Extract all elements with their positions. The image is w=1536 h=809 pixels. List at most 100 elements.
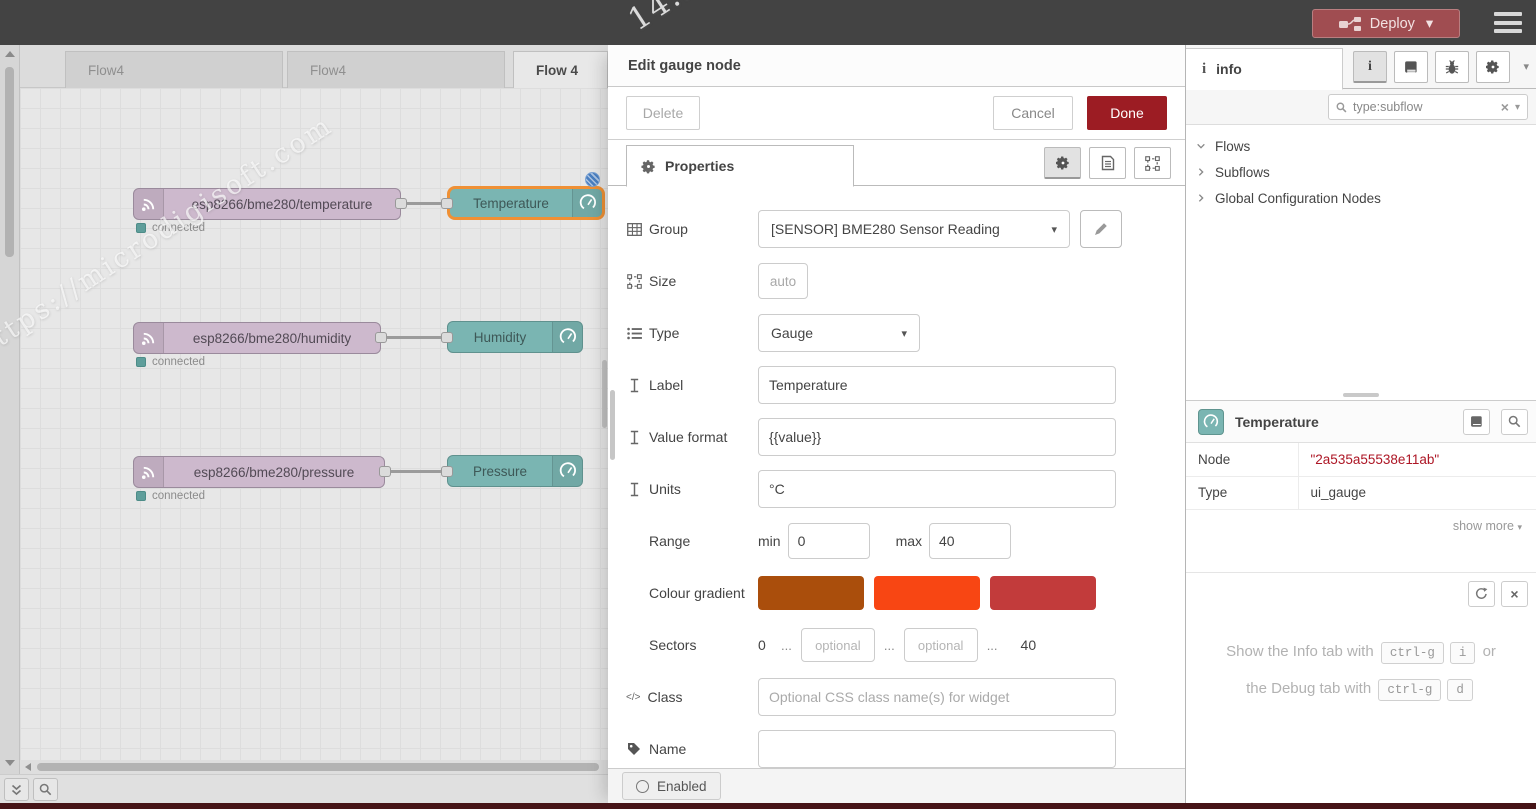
code-icon: </> <box>626 691 641 703</box>
zoom-search-button[interactable] <box>33 778 58 801</box>
info-icon: i <box>1202 60 1207 77</box>
refresh-button[interactable] <box>1468 580 1495 607</box>
text-width-icon <box>630 430 638 444</box>
kbd-ctrl-g: ctrl-g <box>1378 679 1442 701</box>
done-button[interactable]: Done <box>1087 96 1167 130</box>
workspace-footer <box>0 774 608 803</box>
mqtt-in-node-humidity[interactable]: esp8266/bme280/humidity <box>133 322 381 354</box>
clear-search-icon[interactable]: × <box>1501 99 1509 115</box>
node-label: esp8266/bme280/temperature <box>191 196 373 212</box>
delete-button[interactable]: Delete <box>626 96 700 130</box>
tab-label: Flow4 <box>88 62 125 78</box>
flow-canvas[interactable]: esp8266/bme280/temperature Temperature c… <box>20 88 608 760</box>
tab-info[interactable]: i info <box>1186 48 1343 90</box>
size-field-label: Size <box>626 273 758 289</box>
node-help-button[interactable] <box>1463 408 1490 435</box>
tray-scrollbar-thumb[interactable] <box>610 390 615 460</box>
palette-scroll-up-icon[interactable] <box>5 51 15 57</box>
show-more-link[interactable]: show more ▾ <box>1186 510 1536 542</box>
output-port[interactable] <box>395 198 407 209</box>
input-port[interactable] <box>441 198 453 209</box>
label-input[interactable] <box>758 366 1116 404</box>
edit-group-button[interactable] <box>1080 210 1122 248</box>
input-port[interactable] <box>441 332 453 343</box>
node-changed-badge <box>585 172 600 187</box>
range-min-label: min <box>758 533 781 549</box>
palette-scrollbar-thumb[interactable] <box>5 67 14 257</box>
canvas-vertical-scrollbar-thumb[interactable] <box>602 360 607 428</box>
deploy-dropdown-caret-icon[interactable]: ▾ <box>1426 16 1433 32</box>
name-field-label: Name <box>626 741 758 757</box>
tab-flow4-1[interactable]: Flow4 <box>65 51 283 88</box>
range-max-input[interactable] <box>929 523 1012 559</box>
tree-item-subflows[interactable]: Subflows <box>1186 159 1536 185</box>
sidebar-search-input[interactable]: type:subflow × ▾ <box>1328 94 1528 120</box>
main-menu-icon[interactable] <box>1494 12 1522 33</box>
antenna-icon <box>141 332 155 345</box>
node-info-table: Node "2a535a55538e11ab" Type ui_gauge <box>1186 443 1536 510</box>
palette-scroll-down-icon[interactable] <box>5 760 15 766</box>
gauge-node-pressure[interactable]: Pressure <box>447 455 583 487</box>
name-input[interactable] <box>758 730 1116 768</box>
group-select[interactable]: [SENSOR] BME280 Sensor Reading ▾ <box>758 210 1070 248</box>
canvas-horizontal-scrollbar-thumb[interactable] <box>37 763 599 771</box>
description-view-button[interactable] <box>1089 147 1126 179</box>
units-input[interactable] <box>758 470 1116 508</box>
sidebar-section-resize-handle[interactable] <box>1186 393 1536 401</box>
appearance-view-button[interactable] <box>1134 147 1171 179</box>
range-min-input[interactable] <box>787 523 870 559</box>
value-format-field-label: Value format <box>626 429 758 445</box>
sidebar-menu-caret-icon[interactable]: ▾ <box>1523 60 1529 73</box>
double-chevron-down-icon <box>11 784 22 795</box>
deploy-button[interactable]: Deploy ▾ <box>1312 9 1460 38</box>
gear-icon <box>641 159 655 173</box>
tree-item-global-config[interactable]: Global Configuration Nodes <box>1186 185 1536 211</box>
gradient-swatch-3[interactable] <box>990 576 1096 610</box>
type-select[interactable]: Gauge ▾ <box>758 314 920 352</box>
mqtt-in-node-pressure[interactable]: esp8266/bme280/pressure <box>133 456 385 488</box>
output-port[interactable] <box>379 466 391 477</box>
gauge-node-humidity[interactable]: Humidity <box>447 321 583 353</box>
label-field-label: Label <box>626 377 758 393</box>
info-key: Node <box>1186 443 1299 477</box>
tab-label: Flow 4 <box>536 62 579 78</box>
chevron-right-icon <box>1198 194 1204 202</box>
gauge-icon <box>559 328 576 344</box>
gauge-icon <box>579 194 596 210</box>
canvas-horizontal-scrollbar[interactable] <box>20 760 608 774</box>
chevron-down-icon: ▾ <box>901 327 907 340</box>
collapse-footer-button[interactable] <box>4 778 29 801</box>
gradient-swatch-1[interactable] <box>758 576 864 610</box>
sidebar-info-button[interactable]: i <box>1353 51 1387 83</box>
search-options-caret-icon[interactable]: ▾ <box>1515 102 1520 113</box>
tree-item-flows[interactable]: Flows <box>1186 133 1536 159</box>
mqtt-in-node-temperature[interactable]: esp8266/bme280/temperature <box>133 188 401 220</box>
output-port[interactable] <box>375 332 387 343</box>
bug-icon <box>1445 59 1459 74</box>
tab-flow4-2[interactable]: Flow4 <box>287 51 505 88</box>
edit-form: Group [SENSOR] BME280 Sensor Reading ▾ S… <box>608 186 1185 768</box>
sectors-field-label: Sectors <box>649 637 697 653</box>
sidebar-config-button[interactable] <box>1476 51 1510 83</box>
sector-1-input[interactable] <box>800 628 875 662</box>
cancel-button[interactable]: Cancel <box>993 96 1073 130</box>
close-icon[interactable]: × <box>1501 580 1528 607</box>
sidebar-help-button[interactable] <box>1394 51 1428 83</box>
palette-scrollbar[interactable] <box>0 45 20 774</box>
node-label: Temperature <box>473 195 549 211</box>
sidebar-debug-button[interactable] <box>1435 51 1469 83</box>
find-node-button[interactable] <box>1501 408 1528 435</box>
value-format-input[interactable] <box>758 418 1116 456</box>
properties-view-button[interactable] <box>1044 147 1081 179</box>
sector-2-input[interactable] <box>903 628 978 662</box>
tab-properties[interactable]: Properties <box>626 145 854 187</box>
input-port[interactable] <box>441 466 453 477</box>
gradient-swatch-2[interactable] <box>874 576 980 610</box>
class-input[interactable] <box>758 678 1116 716</box>
scroll-left-icon[interactable] <box>25 763 31 771</box>
drag-handle[interactable] <box>1343 393 1379 397</box>
enabled-toggle-button[interactable]: Enabled <box>622 772 721 800</box>
tab-flow4-active[interactable]: Flow 4 <box>513 51 608 88</box>
size-auto-button[interactable]: auto <box>758 263 808 299</box>
gauge-node-temperature[interactable]: Temperature <box>447 186 605 220</box>
